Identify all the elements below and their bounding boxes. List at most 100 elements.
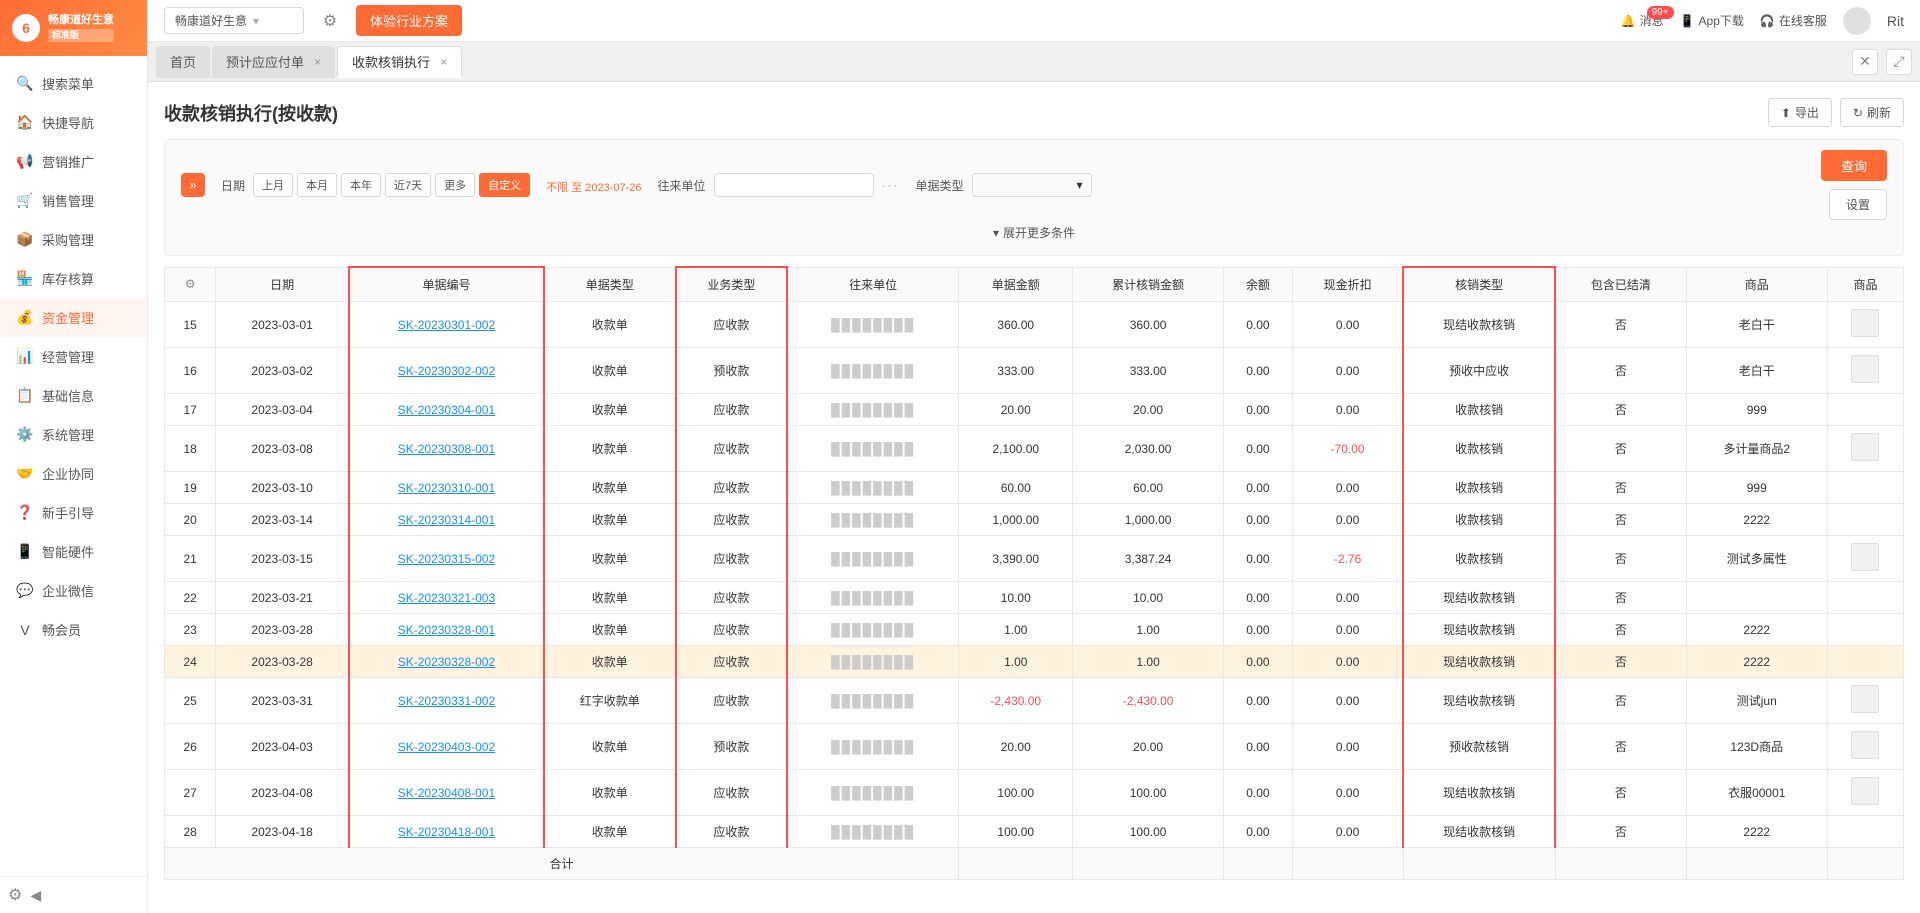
sidebar-menu: 🔍 搜索菜单 🏠 快捷导航 📢 营销推广 🛒 销售管理 📦 采购管理 🏪 库存核… bbox=[0, 56, 147, 876]
sidebar-item-purchase[interactable]: 📦 采购管理 bbox=[0, 220, 147, 259]
sidebar-item-quicknav[interactable]: 🏠 快捷导航 bbox=[0, 103, 147, 142]
total-cell bbox=[1293, 848, 1404, 880]
row-cancel-type: 现结收款核销 bbox=[1403, 678, 1555, 724]
row-partner: ████████ bbox=[787, 302, 958, 348]
row-include-settled: 否 bbox=[1555, 614, 1686, 646]
hardware-icon: 📱 bbox=[16, 543, 34, 561]
row-biz: 应收款 bbox=[676, 646, 787, 678]
row-sn[interactable]: SK-20230321-003 bbox=[349, 582, 544, 614]
row-product-img bbox=[1827, 770, 1903, 816]
table-row: 282023-04-18SK-20230418-001收款单应收款███████… bbox=[165, 816, 1904, 848]
row-sn[interactable]: SK-20230308-001 bbox=[349, 426, 544, 472]
date-last-7days[interactable]: 近7天 bbox=[385, 173, 431, 197]
table-row: 152023-03-01SK-20230301-002收款单应收款███████… bbox=[165, 302, 1904, 348]
row-include-settled: 否 bbox=[1555, 646, 1686, 678]
tab-home[interactable]: 首页 bbox=[156, 46, 210, 78]
tab-collection-close-icon[interactable]: × bbox=[440, 55, 447, 69]
row-sn[interactable]: SK-20230408-001 bbox=[349, 770, 544, 816]
date-last-month[interactable]: 上月 bbox=[253, 173, 293, 197]
row-cancel-type: 预收款核销 bbox=[1403, 724, 1555, 770]
workspace-dropdown[interactable]: 畅康道好生意 ▾ bbox=[164, 7, 304, 34]
row-sn[interactable]: SK-20230331-002 bbox=[349, 678, 544, 724]
settings-gear-icon[interactable]: ⚙ bbox=[8, 885, 22, 905]
close-tab-button[interactable]: ✕ bbox=[1852, 49, 1878, 75]
row-sn[interactable]: SK-20230403-002 bbox=[349, 724, 544, 770]
row-amount: 1.00 bbox=[959, 614, 1073, 646]
setting-button[interactable]: 设置 bbox=[1829, 189, 1887, 220]
row-product: 2222 bbox=[1686, 646, 1827, 678]
solution-button[interactable]: 体验行业方案 bbox=[356, 5, 462, 36]
inventory-icon: 🏪 bbox=[16, 270, 34, 288]
tab-receivable[interactable]: 预计应应付单 × bbox=[212, 46, 335, 78]
sidebar-item-operations[interactable]: 📊 经营管理 bbox=[0, 337, 147, 376]
row-balance: 0.00 bbox=[1223, 816, 1292, 848]
row-sn[interactable]: SK-20230328-001 bbox=[349, 614, 544, 646]
col-header-discount: 现金折扣 bbox=[1293, 267, 1404, 302]
maximize-tab-button[interactable]: ⤢ bbox=[1886, 49, 1912, 75]
sidebar-item-wechat[interactable]: 💬 企业微信 bbox=[0, 571, 147, 610]
sidebar-item-inventory[interactable]: 🏪 库存核算 bbox=[0, 259, 147, 298]
sidebar-item-finance[interactable]: 💰 资金管理 bbox=[0, 298, 147, 337]
app-download-button[interactable]: 📱 App下载 bbox=[1680, 12, 1744, 29]
product-thumbnail bbox=[1851, 777, 1879, 805]
row-sn[interactable]: SK-20230315-002 bbox=[349, 536, 544, 582]
row-sn[interactable]: SK-20230328-002 bbox=[349, 646, 544, 678]
sidebar-item-hardware[interactable]: 📱 智能硬件 bbox=[0, 532, 147, 571]
date-more[interactable]: 更多 bbox=[435, 173, 475, 197]
refresh-button[interactable]: ↻ 刷新 bbox=[1840, 98, 1904, 127]
row-product: 999 bbox=[1686, 472, 1827, 504]
row-product: 123D商品 bbox=[1686, 724, 1827, 770]
online-service-button[interactable]: 🎧 在线客服 bbox=[1760, 12, 1827, 29]
row-sn[interactable]: SK-20230314-001 bbox=[349, 504, 544, 536]
row-sn[interactable]: SK-20230304-001 bbox=[349, 394, 544, 426]
date-quick-buttons: 上月 本月 本年 近7天 更多 自定义 bbox=[253, 173, 530, 197]
expand-icon: ▾ bbox=[993, 226, 999, 240]
sidebar-item-system[interactable]: ⚙️ 系统管理 bbox=[0, 415, 147, 454]
row-sn[interactable]: SK-20230418-001 bbox=[349, 816, 544, 848]
avatar[interactable] bbox=[1843, 7, 1871, 35]
tabbar: 首页 预计应应付单 × 收款核销执行 × ✕ ⤢ bbox=[148, 42, 1920, 82]
logo-name: 畅康道好生意 bbox=[48, 14, 114, 27]
date-custom[interactable]: 自定义 bbox=[479, 173, 530, 197]
partner-input[interactable] bbox=[714, 173, 874, 197]
filter-collapse-button[interactable]: » bbox=[181, 173, 205, 197]
sidebar-logo: 6 畅康道好生意 标准版 bbox=[0, 0, 147, 56]
product-thumbnail bbox=[1851, 309, 1879, 337]
row-total-cancel: 1.00 bbox=[1073, 646, 1223, 678]
row-product: 2222 bbox=[1686, 816, 1827, 848]
row-no: 18 bbox=[165, 426, 216, 472]
row-type: 收款单 bbox=[544, 302, 676, 348]
tab-receivable-close-icon[interactable]: × bbox=[314, 55, 321, 69]
sidebar-item-guide[interactable]: ❓ 新手引导 bbox=[0, 493, 147, 532]
row-sn[interactable]: SK-20230302-002 bbox=[349, 348, 544, 394]
date-this-year[interactable]: 本年 bbox=[341, 173, 381, 197]
topbar-gear-icon[interactable]: ⚙ bbox=[316, 7, 344, 35]
row-biz: 应收款 bbox=[676, 302, 787, 348]
row-sn[interactable]: SK-20230310-001 bbox=[349, 472, 544, 504]
sidebar-item-corp[interactable]: 🤝 企业协同 bbox=[0, 454, 147, 493]
row-cancel-type: 现结收款核销 bbox=[1403, 816, 1555, 848]
sidebar-item-search[interactable]: 🔍 搜索菜单 bbox=[0, 64, 147, 103]
product-thumbnail bbox=[1851, 433, 1879, 461]
basic-icon: 📋 bbox=[16, 387, 34, 405]
row-product-img bbox=[1827, 348, 1903, 394]
row-type: 收款单 bbox=[544, 770, 676, 816]
query-button[interactable]: 查询 bbox=[1821, 150, 1887, 181]
row-partner: ████████ bbox=[787, 614, 958, 646]
sidebar-item-basic[interactable]: 📋 基础信息 bbox=[0, 376, 147, 415]
expand-more-button[interactable]: ▾ 展开更多条件 bbox=[181, 224, 1887, 241]
row-sn[interactable]: SK-20230301-002 bbox=[349, 302, 544, 348]
export-button[interactable]: ⬆ 导出 bbox=[1768, 98, 1832, 127]
sidebar-item-member[interactable]: V 畅会员 bbox=[0, 610, 147, 649]
row-cancel-type: 预收中应收 bbox=[1403, 348, 1555, 394]
col-header-settings[interactable]: ⚙ bbox=[165, 267, 216, 302]
messages-button[interactable]: 🔔 消息 99+ bbox=[1621, 12, 1664, 29]
table-row: 262023-04-03SK-20230403-002收款单预收款███████… bbox=[165, 724, 1904, 770]
receipt-type-select[interactable]: ▾ bbox=[972, 173, 1092, 197]
topbar: 畅康道好生意 ▾ ⚙ 体验行业方案 🔔 消息 99+ 📱 App下载 🎧 在线客… bbox=[148, 0, 1920, 42]
date-this-month[interactable]: 本月 bbox=[297, 173, 337, 197]
tab-collection[interactable]: 收款核销执行 × bbox=[337, 46, 462, 78]
collapse-arrow-icon[interactable]: ◀ bbox=[30, 887, 41, 904]
sidebar-item-sales[interactable]: 🛒 销售管理 bbox=[0, 181, 147, 220]
sidebar-item-marketing[interactable]: 📢 营销推广 bbox=[0, 142, 147, 181]
